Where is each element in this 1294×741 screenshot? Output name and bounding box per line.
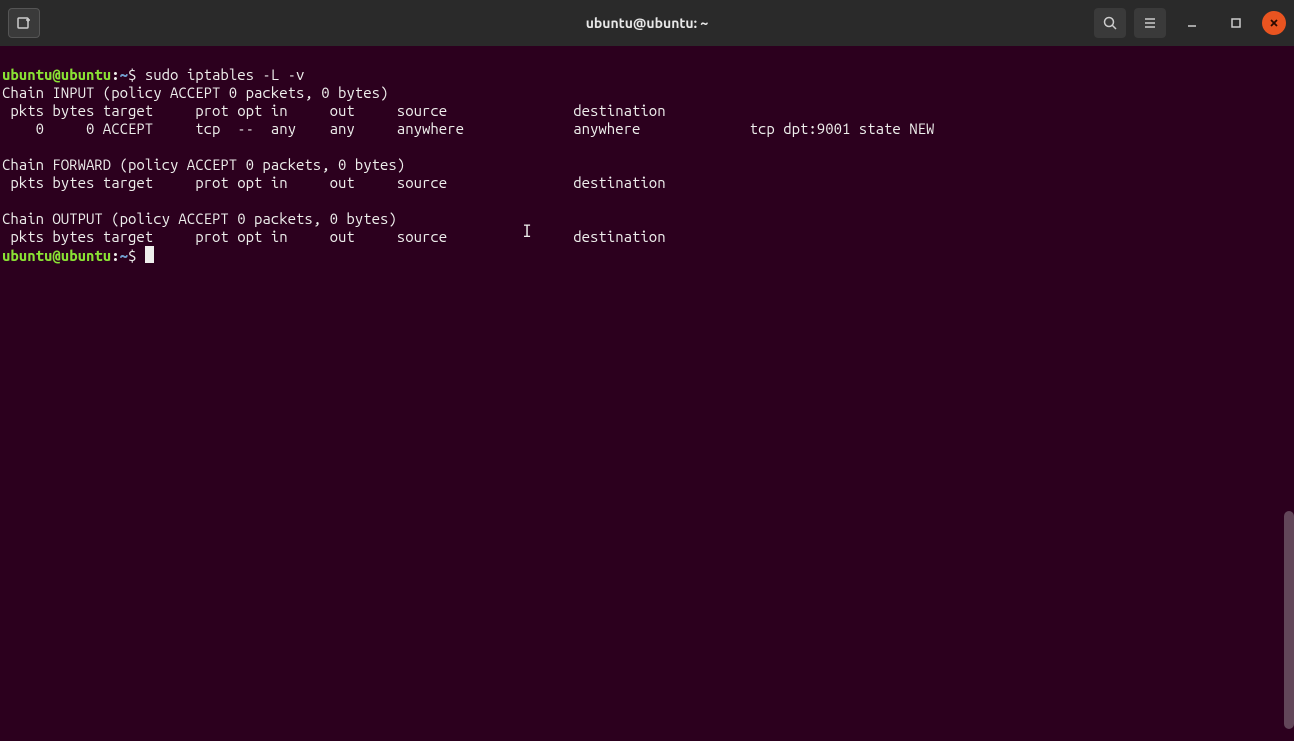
titlebar-right-controls	[1094, 8, 1286, 38]
output-line: Chain OUTPUT (policy ACCEPT 0 packets, 0…	[2, 210, 397, 227]
prompt-path: ~	[120, 247, 128, 264]
output-line: Chain INPUT (policy ACCEPT 0 packets, 0 …	[2, 84, 388, 101]
minimize-icon	[1186, 17, 1198, 29]
maximize-icon	[1230, 17, 1242, 29]
prompt-user-host: ubuntu@ubuntu	[2, 66, 111, 83]
titlebar: ubuntu@ubuntu: ~	[0, 0, 1294, 46]
prompt-user-host: ubuntu@ubuntu	[2, 247, 111, 264]
cursor-block	[145, 246, 154, 263]
close-icon	[1269, 18, 1279, 28]
output-line: pkts bytes target prot opt in out source…	[2, 228, 666, 245]
maximize-button[interactable]	[1224, 11, 1248, 35]
output-line: 0 0 ACCEPT tcp -- any any anywhere anywh…	[2, 120, 934, 137]
new-tab-icon	[16, 15, 32, 31]
command-text: sudo iptables -L -v	[145, 66, 305, 83]
hamburger-icon	[1142, 15, 1158, 31]
minimize-button[interactable]	[1180, 11, 1204, 35]
output-line: pkts bytes target prot opt in out source…	[2, 174, 666, 191]
close-button[interactable]	[1262, 11, 1286, 35]
new-tab-button[interactable]	[8, 8, 40, 38]
scrollbar-track[interactable]	[1284, 46, 1294, 741]
prompt-colon: :	[111, 66, 119, 83]
search-button[interactable]	[1094, 8, 1126, 38]
terminal-output-area[interactable]: ubuntu@ubuntu:~$ sudo iptables -L -v Cha…	[0, 46, 1294, 741]
menu-button[interactable]	[1134, 8, 1166, 38]
output-line: Chain FORWARD (policy ACCEPT 0 packets, …	[2, 156, 405, 173]
window-title: ubuntu@ubuntu: ~	[586, 15, 709, 31]
prompt-dollar: $	[128, 66, 145, 83]
prompt-dollar: $	[128, 247, 145, 264]
search-icon	[1102, 15, 1118, 31]
output-line: pkts bytes target prot opt in out source…	[2, 102, 666, 119]
prompt-path: ~	[120, 66, 128, 83]
prompt-colon: :	[111, 247, 119, 264]
scrollbar-thumb[interactable]	[1284, 511, 1294, 729]
